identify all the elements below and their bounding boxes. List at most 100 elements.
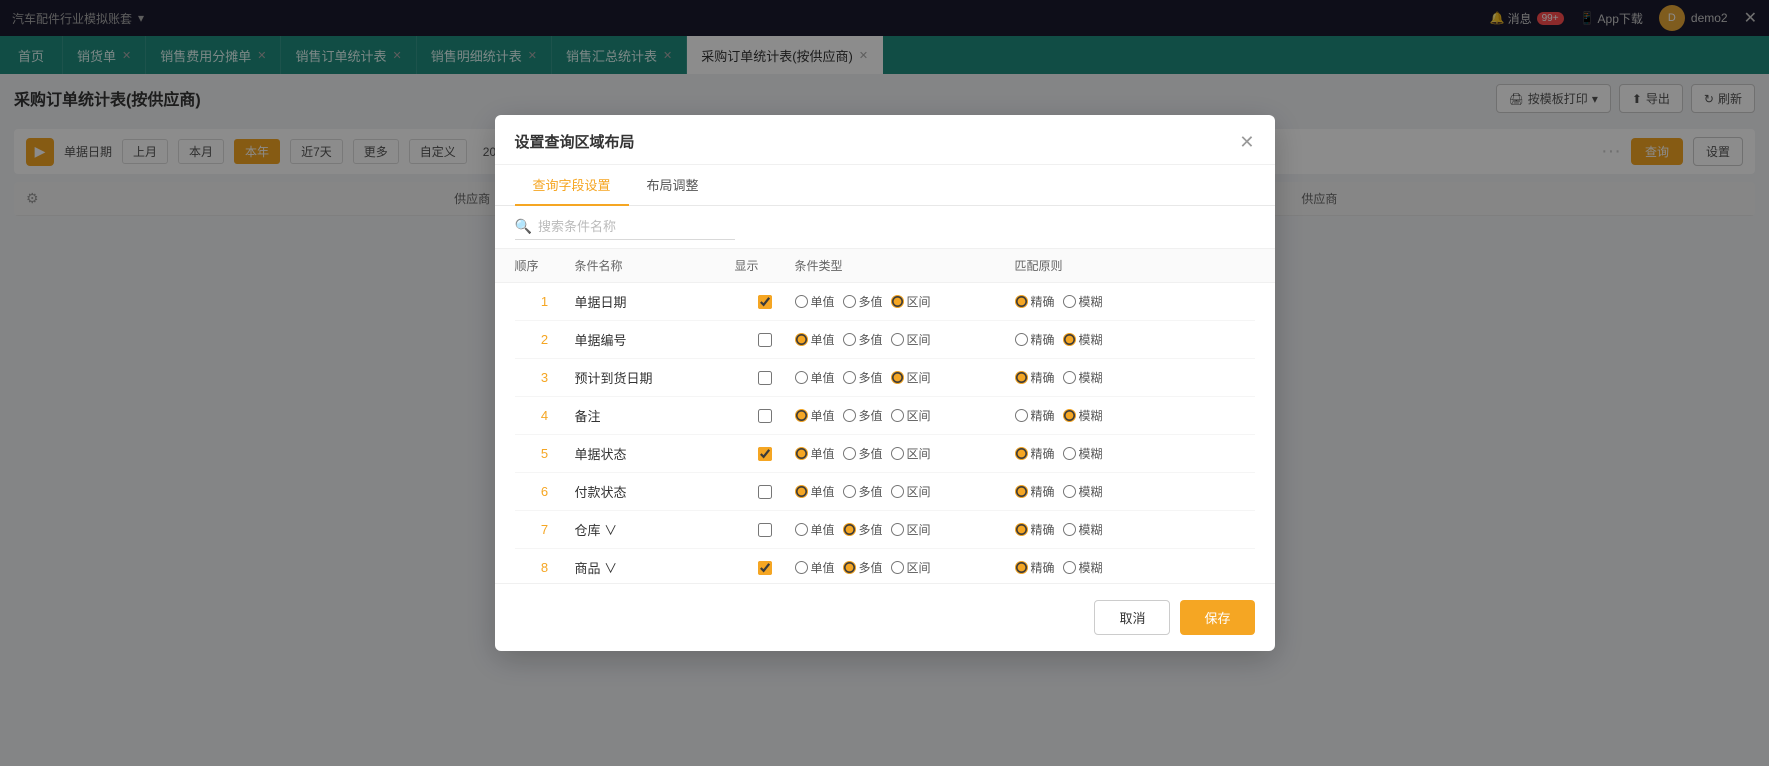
row-match-group: 精确模糊 — [1015, 521, 1215, 538]
row-condition-name: 备注 — [575, 406, 735, 425]
row-type-type_multi[interactable]: 多值 — [843, 369, 883, 386]
row-match-match_fuzzy[interactable]: 模糊 — [1063, 445, 1103, 462]
row-type-group: 单值多值区间 — [795, 521, 1015, 538]
row-condition-name: 商品 ∨ — [575, 558, 735, 577]
row-match-match_exact[interactable]: 精确 — [1015, 483, 1055, 500]
row-type-type_multi[interactable]: 多值 — [843, 559, 883, 576]
row-match-match_fuzzy[interactable]: 模糊 — [1063, 369, 1103, 386]
row-type-type_multi[interactable]: 多值 — [843, 407, 883, 424]
row-type-type_single[interactable]: 单值 — [795, 521, 835, 538]
row-type-type_single[interactable]: 单值 — [795, 293, 835, 310]
row-display-check[interactable] — [735, 409, 795, 423]
modal-tabs: 查询字段设置 布局调整 — [495, 165, 1275, 206]
row-condition-name: 预计到货日期 — [575, 368, 735, 387]
row-type-type_range[interactable]: 区间 — [891, 483, 931, 500]
table-row: 6付款状态单值多值区间精确模糊 — [515, 473, 1255, 511]
row-match-group: 精确模糊 — [1015, 293, 1215, 310]
save-button[interactable]: 保存 — [1180, 600, 1254, 635]
col-condition-name: 条件名称 — [575, 257, 735, 274]
row-type-group: 单值多值区间 — [795, 483, 1015, 500]
row-match-match_exact[interactable]: 精确 — [1015, 293, 1055, 310]
col-type: 条件类型 — [795, 257, 1015, 274]
row-display-check[interactable] — [735, 447, 795, 461]
row-condition-name: 单据编号 — [575, 330, 735, 349]
row-type-group: 单值多值区间 — [795, 407, 1015, 424]
row-match-match_exact[interactable]: 精确 — [1015, 559, 1055, 576]
row-type-type_range[interactable]: 区间 — [891, 331, 931, 348]
table-row: 2单据编号单值多值区间精确模糊 — [515, 321, 1255, 359]
row-type-group: 单值多值区间 — [795, 331, 1015, 348]
row-match-match_exact[interactable]: 精确 — [1015, 331, 1055, 348]
modal-close-button[interactable]: ✕ — [1239, 133, 1254, 151]
display-checkbox[interactable] — [758, 485, 772, 499]
row-display-check[interactable] — [735, 295, 795, 309]
display-checkbox[interactable] — [758, 333, 772, 347]
row-type-type_range[interactable]: 区间 — [891, 521, 931, 538]
row-order: 3 — [515, 370, 575, 385]
modal-footer: 取消 保存 — [495, 583, 1275, 651]
row-order: 1 — [515, 294, 575, 309]
row-type-type_multi[interactable]: 多值 — [843, 445, 883, 462]
row-match-match_fuzzy[interactable]: 模糊 — [1063, 521, 1103, 538]
row-match-match_exact[interactable]: 精确 — [1015, 445, 1055, 462]
row-type-type_multi[interactable]: 多值 — [843, 521, 883, 538]
col-display: 显示 — [735, 257, 795, 274]
row-display-check[interactable] — [735, 371, 795, 385]
table-row: 4备注单值多值区间精确模糊 — [515, 397, 1255, 435]
modal-tab-layout-adjust[interactable]: 布局调整 — [629, 165, 717, 206]
row-type-type_range[interactable]: 区间 — [891, 445, 931, 462]
row-order: 5 — [515, 446, 575, 461]
row-match-match_fuzzy[interactable]: 模糊 — [1063, 559, 1103, 576]
table-row: 7仓库 ∨单值多值区间精确模糊 — [515, 511, 1255, 549]
settings-modal: 设置查询区域布局 ✕ 查询字段设置 布局调整 🔍 顺序 条件名称 显示 条件类型 — [495, 115, 1275, 651]
row-type-type_single[interactable]: 单值 — [795, 331, 835, 348]
row-type-type_range[interactable]: 区间 — [891, 407, 931, 424]
row-type-type_single[interactable]: 单值 — [795, 483, 835, 500]
row-condition-name: 单据状态 — [575, 444, 735, 463]
search-input[interactable] — [538, 219, 735, 234]
row-type-type_range[interactable]: 区间 — [891, 293, 931, 310]
row-type-group: 单值多值区间 — [795, 293, 1015, 310]
row-match-group: 精确模糊 — [1015, 483, 1215, 500]
row-match-match_fuzzy[interactable]: 模糊 — [1063, 331, 1103, 348]
row-display-check[interactable] — [735, 561, 795, 575]
row-match-group: 精确模糊 — [1015, 559, 1215, 576]
table-row: 5单据状态 单值多值区间 精确模糊 — [515, 435, 1255, 473]
row-type-type_single[interactable]: 单值 — [795, 369, 835, 386]
row-type-type_single[interactable]: 单值 — [795, 407, 835, 424]
display-checkbox[interactable] — [758, 447, 772, 461]
row-type-type_multi[interactable]: 多值 — [843, 483, 883, 500]
modal-tab-query-fields[interactable]: 查询字段设置 — [515, 165, 629, 206]
row-type-type_single[interactable]: 单值 — [795, 445, 835, 462]
row-display-check[interactable] — [735, 485, 795, 499]
cancel-button[interactable]: 取消 — [1094, 600, 1170, 635]
modal-header: 设置查询区域布局 ✕ — [495, 115, 1275, 165]
row-match-group: 精确模糊 — [1015, 445, 1215, 462]
row-match-match_exact[interactable]: 精确 — [1015, 521, 1055, 538]
display-checkbox[interactable] — [758, 409, 772, 423]
row-match-match_exact[interactable]: 精确 — [1015, 407, 1055, 424]
row-match-group: 精确模糊 — [1015, 331, 1215, 348]
row-type-type_multi[interactable]: 多值 — [843, 293, 883, 310]
row-type-type_range[interactable]: 区间 — [891, 369, 931, 386]
row-type-type_single[interactable]: 单值 — [795, 559, 835, 576]
row-match-group: 精确模糊 — [1015, 407, 1215, 424]
table-row: 3预计到货日期 单值多值区间 精确模糊 — [515, 359, 1255, 397]
row-type-type_multi[interactable]: 多值 — [843, 331, 883, 348]
row-match-match_fuzzy[interactable]: 模糊 — [1063, 293, 1103, 310]
row-order: 4 — [515, 408, 575, 423]
row-display-check[interactable] — [735, 523, 795, 537]
row-match-match_exact[interactable]: 精确 — [1015, 369, 1055, 386]
display-checkbox[interactable] — [758, 561, 772, 575]
display-checkbox[interactable] — [758, 295, 772, 309]
display-checkbox[interactable] — [758, 371, 772, 385]
display-checkbox[interactable] — [758, 523, 772, 537]
row-type-type_range[interactable]: 区间 — [891, 559, 931, 576]
row-order: 8 — [515, 560, 575, 575]
col-match: 匹配原则 — [1015, 257, 1215, 274]
row-type-group: 单值多值区间 — [795, 559, 1015, 576]
modal-backdrop[interactable]: 设置查询区域布局 ✕ 查询字段设置 布局调整 🔍 顺序 条件名称 显示 条件类型 — [0, 0, 1769, 766]
row-match-match_fuzzy[interactable]: 模糊 — [1063, 407, 1103, 424]
row-match-match_fuzzy[interactable]: 模糊 — [1063, 483, 1103, 500]
row-display-check[interactable] — [735, 333, 795, 347]
